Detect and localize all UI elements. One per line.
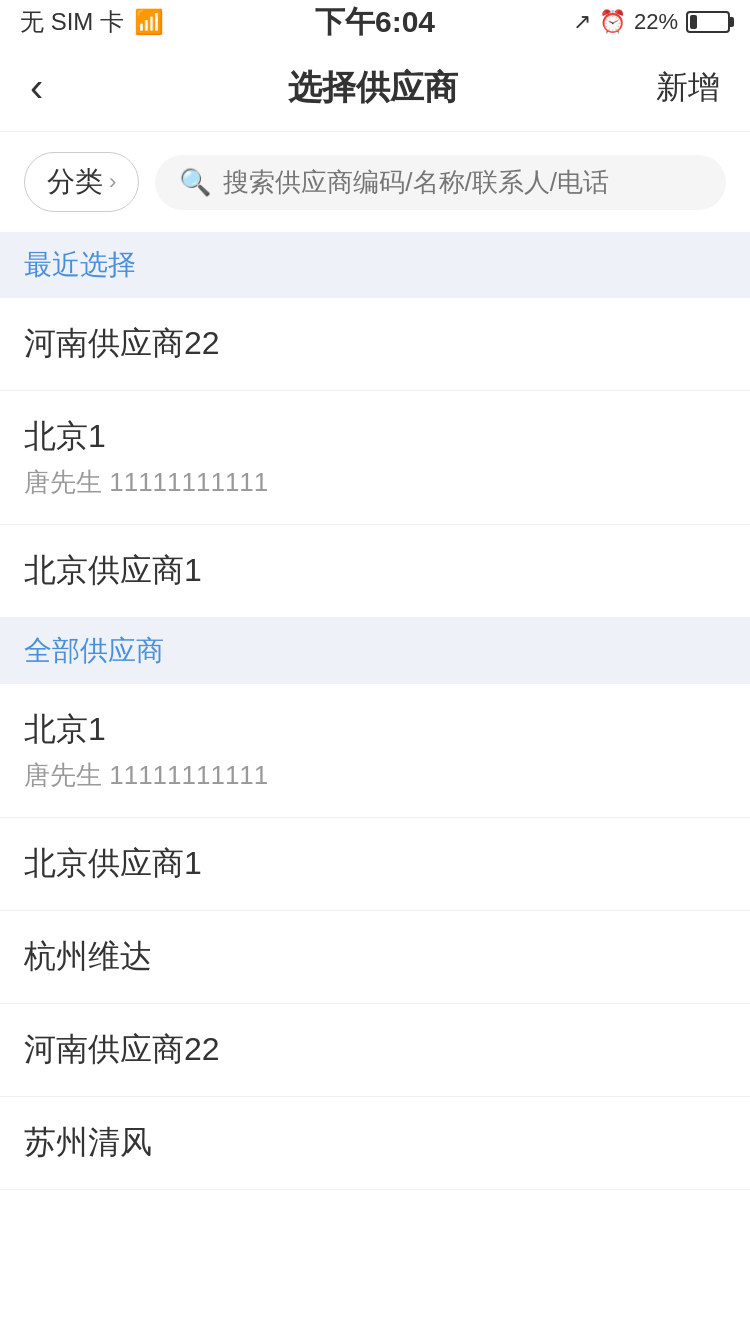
recent-section-label: 最近选择 — [24, 249, 136, 280]
all-items-list: 北京1 唐先生 11111111111 北京供应商1 杭州维达河南供应商22 苏州清风 — [0, 684, 750, 1190]
alarm-icon: ⏰ — [599, 9, 626, 35]
page-title: 选择供应商 — [288, 65, 458, 111]
search-input-wrap: 🔍 — [155, 155, 726, 210]
list-item[interactable]: 河南供应商22 — [0, 298, 750, 391]
location-icon: ↗ — [573, 9, 591, 35]
list-item[interactable]: 北京1 唐先生 11111111111 — [0, 684, 750, 818]
status-right: ↗ ⏰ 22% — [573, 9, 730, 35]
list-item[interactable]: 北京供应商1 — [0, 818, 750, 911]
status-time: 下午6:04 — [315, 2, 435, 43]
search-area: 分类 › 🔍 — [0, 132, 750, 232]
battery-percent: 22% — [634, 9, 678, 35]
all-section-label: 全部供应商 — [24, 635, 164, 666]
list-item[interactable]: 杭州维达 — [0, 911, 750, 1004]
wifi-icon: 📶 — [134, 8, 164, 36]
item-name: 北京供应商1 — [24, 842, 726, 886]
item-name: 北京1 — [24, 708, 726, 752]
add-button[interactable]: 新增 — [656, 66, 720, 110]
item-name: 北京1 — [24, 415, 726, 459]
list-item[interactable]: 北京1 唐先生 11111111111 — [0, 391, 750, 525]
category-button[interactable]: 分类 › — [24, 152, 139, 212]
all-section-header: 全部供应商 — [0, 618, 750, 684]
item-name: 河南供应商22 — [24, 1028, 726, 1072]
item-name: 苏州清风 — [24, 1121, 726, 1165]
item-sub: 唐先生 11111111111 — [24, 465, 726, 500]
battery-icon — [686, 11, 730, 33]
search-icon: 🔍 — [179, 167, 211, 198]
item-name: 河南供应商22 — [24, 322, 726, 366]
back-button[interactable]: ‹ — [30, 65, 90, 110]
item-sub: 唐先生 11111111111 — [24, 758, 726, 793]
list-item[interactable]: 北京供应商1 — [0, 525, 750, 618]
nav-bar: ‹ 选择供应商 新增 — [0, 44, 750, 132]
recent-items-list: 河南供应商22 北京1 唐先生 11111111111 北京供应商1 — [0, 298, 750, 618]
search-input[interactable] — [223, 167, 702, 198]
list-item[interactable]: 苏州清风 — [0, 1097, 750, 1190]
list-item[interactable]: 河南供应商22 — [0, 1004, 750, 1097]
item-name: 北京供应商1 — [24, 549, 726, 593]
chevron-right-icon: › — [109, 169, 116, 195]
status-left: 无 SIM 卡 📶 — [20, 6, 164, 38]
recent-section-header: 最近选择 — [0, 232, 750, 298]
category-label: 分类 — [47, 163, 103, 201]
status-bar: 无 SIM 卡 📶 下午6:04 ↗ ⏰ 22% — [0, 0, 750, 44]
item-name: 杭州维达 — [24, 935, 726, 979]
sim-text: 无 SIM 卡 — [20, 6, 124, 38]
